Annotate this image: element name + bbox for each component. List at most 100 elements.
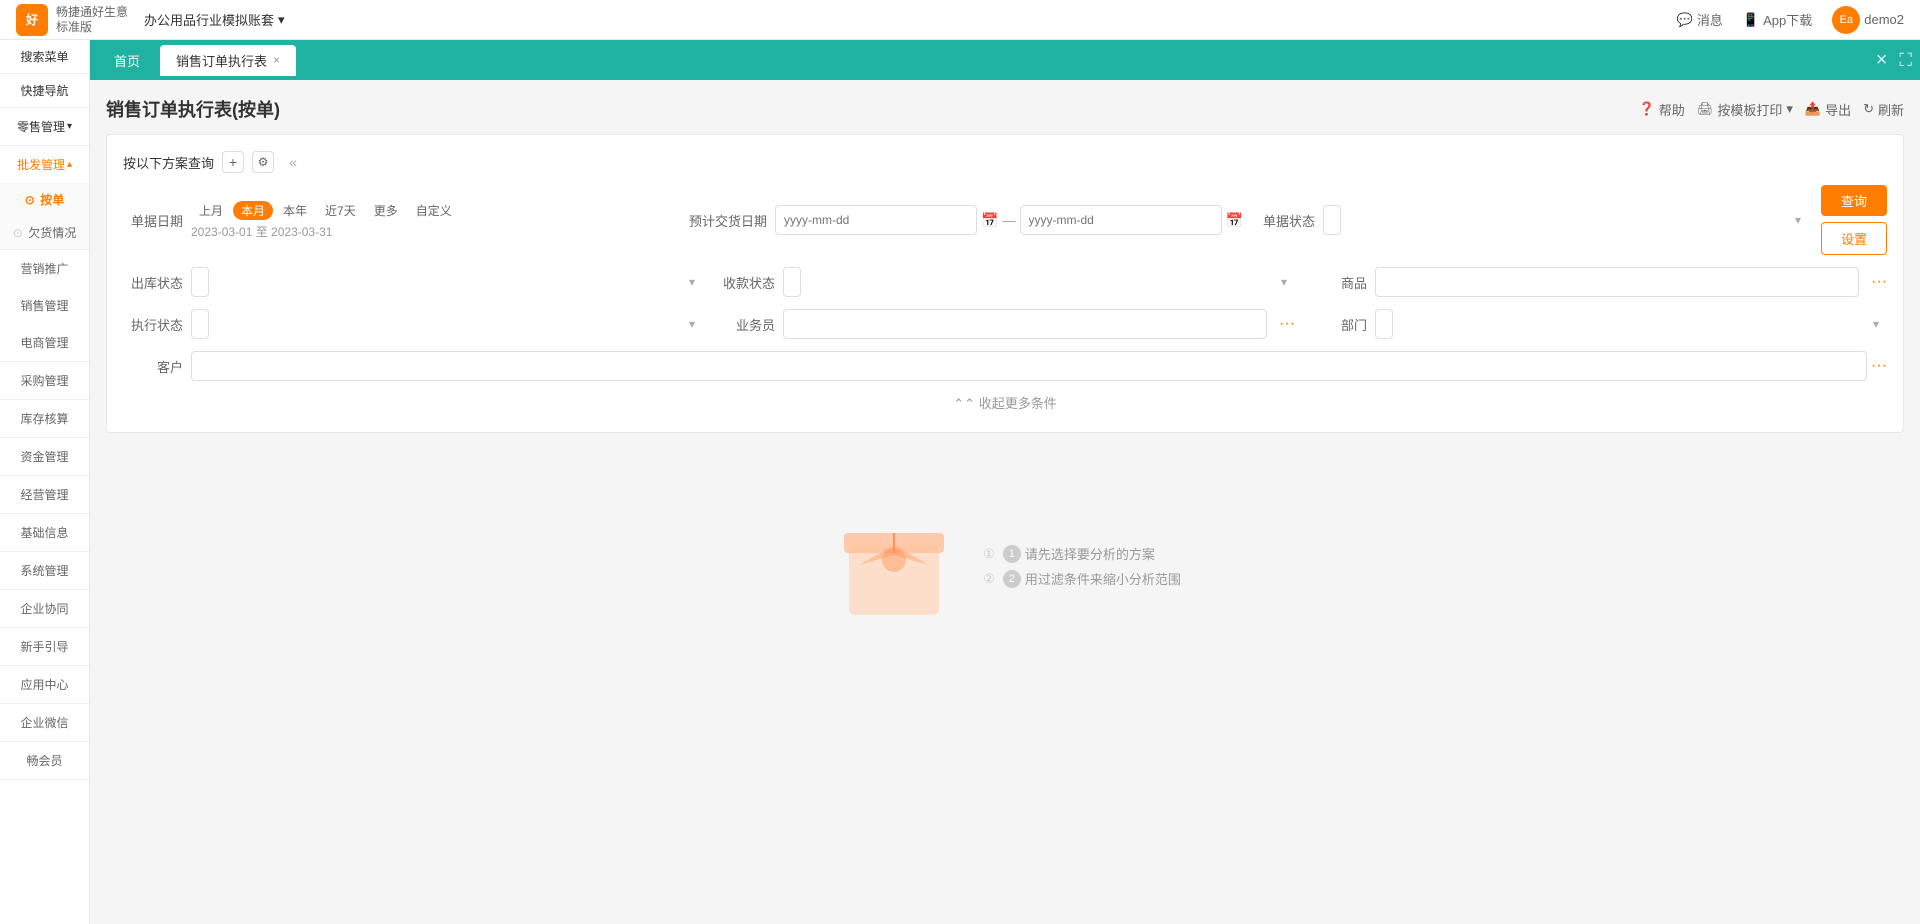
goods-ellipsis-button[interactable]: ··· (1871, 273, 1887, 291)
topbar: 好 畅捷通好生意 标准版 办公用品行业模拟账套 ▾ 💬 消息 📱 App下载 E… (0, 0, 1920, 40)
message-button[interactable]: 💬 消息 (1677, 10, 1723, 29)
date-sep: — (1003, 213, 1016, 228)
hint-icon-1: 1 (1003, 545, 1021, 563)
delivery-status-select[interactable] (191, 267, 209, 297)
sidebar-item-marketing[interactable]: 营销推广 (0, 250, 89, 287)
app-download-button[interactable]: 📱 App下载 (1743, 10, 1812, 29)
dept-select[interactable] (1375, 309, 1393, 339)
sidebar-item-enterprise[interactable]: 企业协同 (0, 590, 89, 628)
sidebar-item-finance[interactable]: 资金管理 (0, 438, 89, 476)
page-content: 销售订单执行表(按单) ❓ 帮助 🖨 按模板打印 ▾ 📤 导出 (90, 80, 1920, 924)
order-status-select[interactable] (1323, 205, 1341, 235)
filter-salesperson-item: 业务员 ··· (715, 309, 1295, 339)
sidebar-item-wechat[interactable]: 企业微信 (0, 704, 89, 742)
refresh-icon: ↻ (1863, 101, 1874, 117)
user-menu[interactable]: Ea demo2 (1832, 6, 1904, 34)
customer-input[interactable] (191, 351, 1867, 381)
sidebar-item-operations[interactable]: 经营管理 (0, 476, 89, 514)
filter-expected-date-item: 预计交货日期 📅 — 📅 (689, 205, 1243, 235)
filter-goods-item: 商品 ··· (1307, 267, 1887, 297)
close-all-tabs-button[interactable]: × (1876, 49, 1888, 72)
query-button[interactable]: 查询 (1821, 185, 1887, 216)
date-btn-last7[interactable]: 近7天 (317, 200, 364, 221)
refresh-button[interactable]: ↻ 刷新 (1863, 100, 1904, 119)
goods-input[interactable] (1375, 267, 1859, 297)
expected-date-label: 预计交货日期 (689, 211, 767, 230)
sidebar-sub-item-order[interactable]: ⊙ 按单 (0, 183, 89, 216)
sidebar-item-system[interactable]: 系统管理 (0, 552, 89, 590)
sidebar-item-label: 批发管理 (17, 156, 65, 173)
sidebar-item-wholesale[interactable]: 批发管理 ▴ (0, 146, 89, 183)
filter-setting-button[interactable]: ⚙ (252, 151, 274, 173)
help-button[interactable]: ❓ 帮助 (1639, 100, 1685, 119)
tab-home[interactable]: 首页 (98, 45, 156, 76)
sidebar-search-label[interactable]: 搜索菜单 (0, 40, 89, 74)
setting-button[interactable]: 设置 (1821, 222, 1887, 255)
filter-dept-item: 部门 (1307, 309, 1887, 339)
date-btn-more[interactable]: 更多 (366, 200, 406, 221)
filter-delivery-status-item: 出库状态 (123, 267, 703, 297)
fullscreen-button[interactable]: ⛶ (1899, 50, 1912, 71)
sidebar-item-app-center[interactable]: 应用中心 (0, 666, 89, 704)
empty-text: 1 请先选择要分析的方案 2 用过滤条件来缩小分析范围 (983, 544, 1181, 592)
print-button[interactable]: 🖨 按模板打印 ▾ (1697, 100, 1793, 119)
content-area: 首页 销售订单执行表 × × ⛶ 销售订单执行表(按单) ❓ 帮助 (90, 40, 1920, 924)
sidebar-item-ecommerce[interactable]: 电商管理 (0, 324, 89, 362)
avatar: Ea (1832, 6, 1860, 34)
date-btn-custom[interactable]: 自定义 (408, 200, 460, 221)
customer-ellipsis-button[interactable]: ··· (1871, 357, 1887, 375)
sidebar-item-sales-mgmt[interactable]: 销售管理 (0, 287, 89, 324)
sidebar-item-retail[interactable]: 零售管理 ▾ (0, 108, 89, 145)
chevron-down-icon: ▾ (278, 12, 285, 28)
sidebar-quick-nav[interactable]: 快捷导航 (0, 74, 89, 108)
export-button[interactable]: 📤 导出 (1805, 100, 1851, 119)
tab-close-button[interactable]: × (273, 53, 280, 67)
date-btn-this-month[interactable]: 本月 (233, 201, 273, 220)
sidebar-item-newbie[interactable]: 新手引导 (0, 628, 89, 666)
chevron-up-icon: ▴ (67, 159, 72, 170)
print-arrow-icon: ▾ (1786, 101, 1793, 117)
sidebar-item-member[interactable]: 畅会员 (0, 742, 89, 780)
expected-date-start-input[interactable] (775, 205, 977, 235)
customer-label: 客户 (123, 357, 183, 376)
empty-state: 1 请先选择要分析的方案 2 用过滤条件来缩小分析范围 (106, 445, 1904, 675)
filter-add-button[interactable]: + (222, 151, 244, 173)
sidebar-item-purchase[interactable]: 采购管理 (0, 362, 89, 400)
logo-icon: 好 (16, 4, 48, 36)
page-header: 销售订单执行表(按单) ❓ 帮助 🖨 按模板打印 ▾ 📤 导出 (106, 96, 1904, 122)
order-status-label: 单据状态 (1255, 211, 1315, 230)
calendar-icon-start: 📅 (981, 212, 998, 229)
goods-label: 商品 (1307, 273, 1367, 292)
filter-collapse-button[interactable]: « (282, 151, 304, 173)
sidebar-group-wholesale: 批发管理 ▴ ⊙ 按单 ⊙ 欠货情况 (0, 146, 89, 250)
date-btn-last-month[interactable]: 上月 (191, 200, 231, 221)
industry-selector[interactable]: 办公用品行业模拟账套 ▾ (136, 8, 293, 31)
expected-date-end-input[interactable] (1020, 205, 1222, 235)
salesperson-input[interactable] (783, 309, 1267, 339)
main-layout: 搜索菜单 快捷导航 零售管理 ▾ 批发管理 ▴ ⊙ 按单 ⊙ 欠货情况 (0, 40, 1920, 924)
hint-icon-2: 2 (1003, 570, 1021, 588)
date-range-text: 2023-03-01 至 2023-03-31 (191, 223, 677, 240)
print-icon: 🖨 (1697, 101, 1714, 117)
sidebar-sub-item-debt[interactable]: ⊙ 欠货情况 (0, 216, 89, 249)
tab-sales-order[interactable]: 销售订单执行表 × (160, 45, 296, 76)
filter-date-item: 单据日期 上月 本月 本年 近7天 更多 自定义 2023-03-01 至 20… (123, 200, 677, 240)
app-icon: 📱 (1743, 12, 1759, 28)
export-icon: 📤 (1805, 101, 1821, 117)
exec-status-select[interactable] (191, 309, 209, 339)
exec-status-label: 执行状态 (123, 315, 183, 334)
filter-exec-status-item: 执行状态 (123, 309, 703, 339)
question-icon: ❓ (1639, 101, 1655, 117)
page-title: 销售订单执行表(按单) (106, 96, 280, 122)
delivery-status-label: 出库状态 (123, 273, 183, 292)
payment-status-select[interactable] (783, 267, 801, 297)
topbar-left: 好 畅捷通好生意 标准版 办公用品行业模拟账套 ▾ (16, 4, 293, 36)
calendar-icon-end: 📅 (1226, 212, 1243, 229)
collapse-more-button[interactable]: ⌃⌃ 收起更多条件 (123, 389, 1887, 416)
salesperson-ellipsis-button[interactable]: ··· (1279, 315, 1295, 333)
date-btn-this-year[interactable]: 本年 (275, 200, 315, 221)
filter-payment-status-item: 收款状态 (715, 267, 1295, 297)
sidebar-item-inventory[interactable]: 库存核算 (0, 400, 89, 438)
sidebar-item-basic[interactable]: 基础信息 (0, 514, 89, 552)
dept-label: 部门 (1307, 315, 1367, 334)
